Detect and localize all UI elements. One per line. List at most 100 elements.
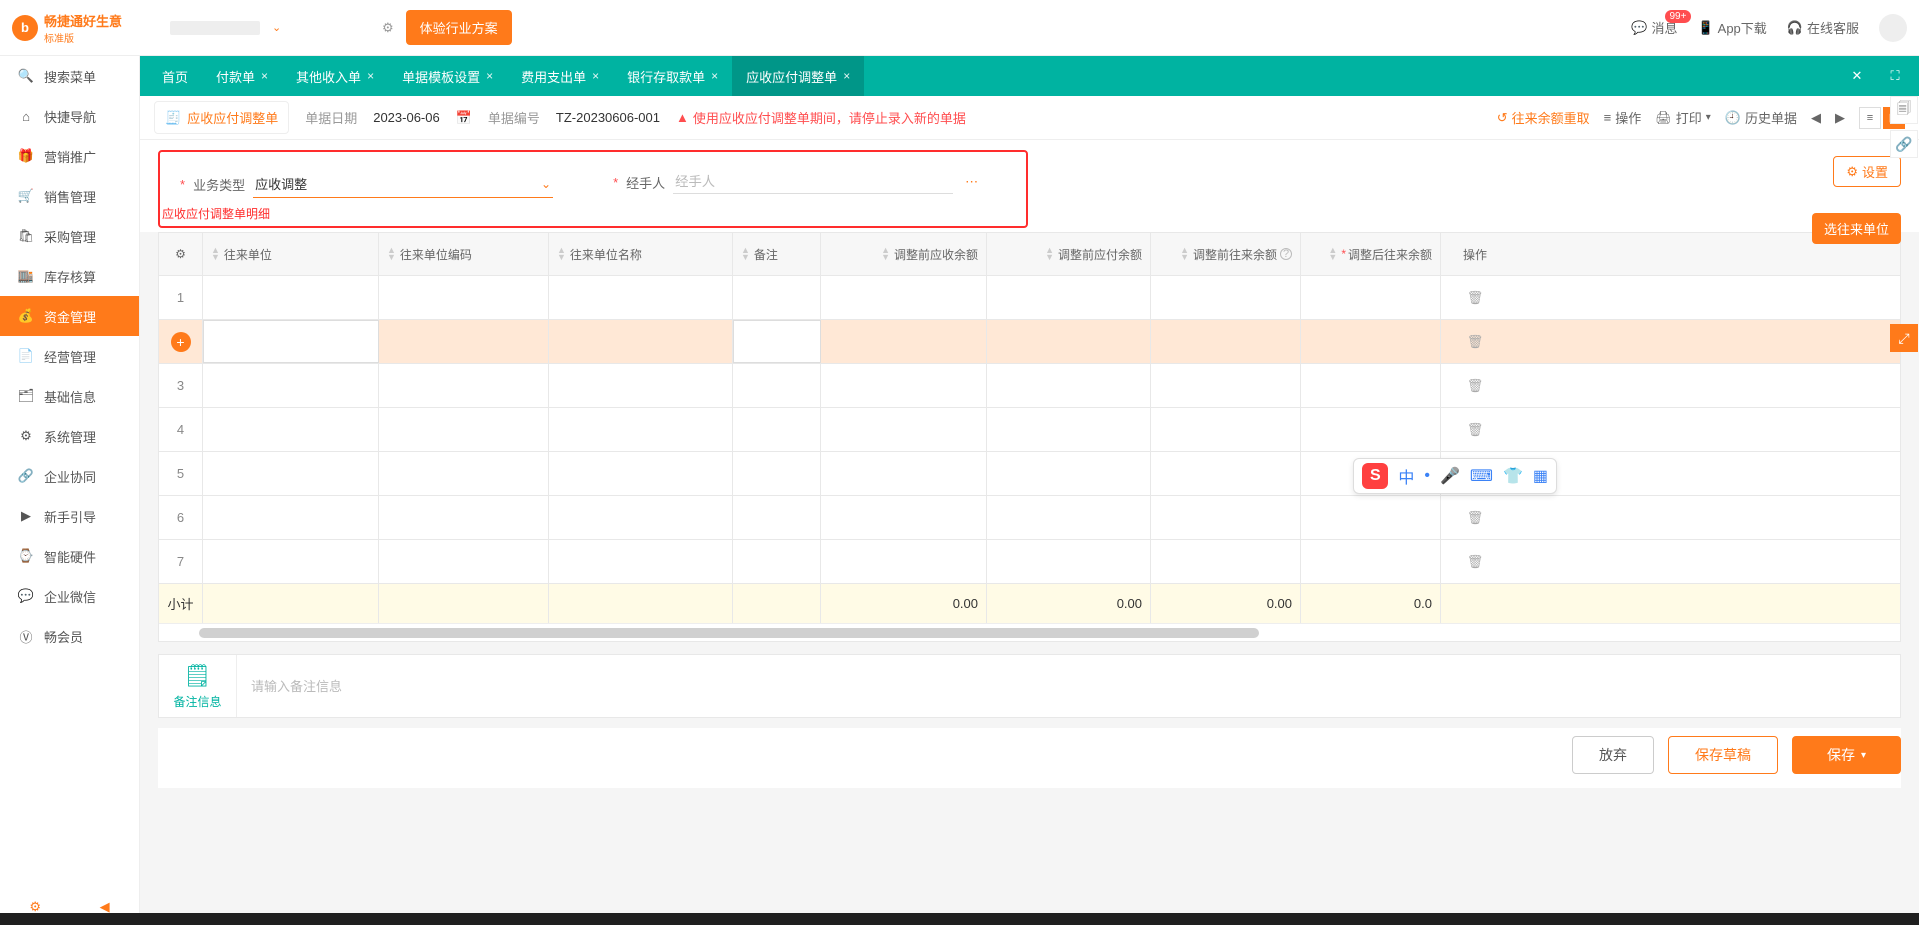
- cell-pre-bal[interactable]: [1151, 320, 1301, 363]
- save-draft-button[interactable]: 保存草稿: [1668, 736, 1778, 774]
- cell-code[interactable]: [379, 320, 549, 363]
- sidebar-item-operation[interactable]: 📄经营管理: [0, 336, 139, 376]
- trash-icon[interactable]: 🗑: [1467, 378, 1484, 394]
- calendar-icon[interactable]: 📅: [456, 110, 472, 126]
- sidebar-item-wechat[interactable]: 💬企业微信: [0, 576, 139, 616]
- gear-icon[interactable]: ⚙: [382, 20, 394, 36]
- cell-unit[interactable]: [203, 540, 379, 583]
- cell-pre-recv[interactable]: [821, 276, 987, 319]
- cell-code[interactable]: [379, 452, 549, 495]
- cell-pre-recv[interactable]: [821, 452, 987, 495]
- cell-pre-pay[interactable]: [987, 496, 1151, 539]
- view-list-icon[interactable]: ≡: [1859, 107, 1881, 129]
- sidebar-item-system[interactable]: ⚙系统管理: [0, 416, 139, 456]
- app-download-link[interactable]: 📱 App下载: [1697, 18, 1766, 37]
- col-name[interactable]: ▲▼往来单位名称: [549, 233, 733, 275]
- cell-code[interactable]: [379, 408, 549, 451]
- cell-remark[interactable]: [733, 320, 821, 363]
- sidebar-item-inventory[interactable]: 🏬库存核算: [0, 256, 139, 296]
- table-row-active[interactable]: +🗑: [159, 319, 1900, 363]
- col-pre-bal[interactable]: ▲▼调整前往来余额?: [1151, 233, 1301, 275]
- cell-unit[interactable]: [203, 364, 379, 407]
- ime-skin-icon[interactable]: 👕: [1503, 466, 1523, 486]
- history-link[interactable]: 🕘历史单据: [1725, 108, 1797, 127]
- discard-button[interactable]: 放弃: [1572, 736, 1654, 774]
- column-settings[interactable]: ⚙: [159, 233, 203, 275]
- cell-code[interactable]: [379, 496, 549, 539]
- close-icon[interactable]: ×: [843, 69, 850, 83]
- cell-pre-pay[interactable]: [987, 540, 1151, 583]
- ime-punct-icon[interactable]: •: [1424, 467, 1430, 485]
- tab-bank[interactable]: 银行存取款单×: [613, 56, 732, 96]
- sidebar-item-vip[interactable]: Ⓥ畅会员: [0, 616, 139, 656]
- tab-home[interactable]: 首页: [148, 56, 202, 96]
- cell-name[interactable]: [549, 320, 733, 363]
- col-code[interactable]: ▲▼往来单位编码: [379, 233, 549, 275]
- cell-post-bal[interactable]: [1301, 540, 1441, 583]
- cell-code[interactable]: [379, 540, 549, 583]
- cell-pre-bal[interactable]: [1151, 452, 1301, 495]
- table-row[interactable]: 5🗑: [159, 451, 1900, 495]
- sidebar-item-finance[interactable]: 💰资金管理: [0, 296, 139, 336]
- cell-name[interactable]: [549, 276, 733, 319]
- close-icon[interactable]: ×: [367, 69, 374, 83]
- cell-unit[interactable]: [203, 320, 379, 363]
- cell-post-bal[interactable]: [1301, 320, 1441, 363]
- sidebar-item-search[interactable]: 🔍搜索菜单: [0, 56, 139, 96]
- tab-payment[interactable]: 付款单×: [202, 56, 282, 96]
- tab-other-income[interactable]: 其他收入单×: [282, 56, 388, 96]
- cell-remark[interactable]: [733, 452, 821, 495]
- note-rail-icon[interactable]: 🗐: [1890, 96, 1918, 124]
- sidebar-item-sales[interactable]: 🛒销售管理: [0, 176, 139, 216]
- cell-remark[interactable]: [733, 276, 821, 319]
- ime-lang-icon[interactable]: 中: [1398, 464, 1414, 488]
- cell-name[interactable]: [549, 408, 733, 451]
- close-icon[interactable]: ×: [592, 69, 599, 83]
- expand-rail-icon[interactable]: ⤢: [1890, 324, 1918, 352]
- cell-pre-recv[interactable]: [821, 320, 987, 363]
- cell-unit[interactable]: [203, 276, 379, 319]
- col-pre-pay[interactable]: ▲▼调整前应付余额: [987, 233, 1151, 275]
- prev-icon[interactable]: ◀: [1811, 110, 1821, 126]
- cell-unit[interactable]: [203, 408, 379, 451]
- cell-pre-pay[interactable]: [987, 320, 1151, 363]
- trash-icon[interactable]: 🗑: [1467, 510, 1484, 526]
- table-row[interactable]: 4🗑: [159, 407, 1900, 451]
- cell-remark[interactable]: [733, 540, 821, 583]
- cell-name[interactable]: [549, 364, 733, 407]
- cell-pre-bal[interactable]: [1151, 364, 1301, 407]
- ime-keyboard-icon[interactable]: ⌨: [1470, 466, 1493, 486]
- help-icon[interactable]: ?: [1280, 248, 1292, 260]
- ops-dropdown[interactable]: ≡操作: [1604, 108, 1642, 127]
- cell-remark[interactable]: [733, 408, 821, 451]
- cell-code[interactable]: [379, 364, 549, 407]
- select-unit-button[interactable]: 选往来单位: [1812, 213, 1901, 244]
- close-icon[interactable]: ×: [486, 69, 493, 83]
- user-avatar[interactable]: [1879, 14, 1907, 42]
- tab-expense[interactable]: 费用支出单×: [507, 56, 613, 96]
- cell-unit[interactable]: [203, 496, 379, 539]
- table-row[interactable]: 7🗑: [159, 539, 1900, 583]
- horizontal-scrollbar[interactable]: [159, 623, 1900, 641]
- biz-type-select[interactable]: 应收调整 ⌄: [253, 170, 553, 198]
- sidebar-item-purchase[interactable]: 🛍采购管理: [0, 216, 139, 256]
- ime-toolbar[interactable]: S 中 • 🎤 ⌨ 👕 ▦: [1353, 458, 1557, 494]
- cell-pre-recv[interactable]: [821, 408, 987, 451]
- table-row[interactable]: 6🗑: [159, 495, 1900, 539]
- messages-link[interactable]: 💬 消息 99+: [1631, 18, 1677, 37]
- cell-pre-pay[interactable]: [987, 364, 1151, 407]
- tab-template[interactable]: 单据模板设置×: [388, 56, 507, 96]
- col-post-bal[interactable]: ▲▼*调整后往来余额: [1301, 233, 1441, 275]
- cell-post-bal[interactable]: [1301, 408, 1441, 451]
- refetch-balance-link[interactable]: ↺往来余额重取: [1497, 108, 1590, 127]
- cell-pre-recv[interactable]: [821, 364, 987, 407]
- sidebar-item-collab[interactable]: 🔗企业协同: [0, 456, 139, 496]
- add-row[interactable]: +: [159, 320, 203, 363]
- cell-pre-recv[interactable]: [821, 540, 987, 583]
- next-icon[interactable]: ▶: [1835, 110, 1845, 126]
- cell-name[interactable]: [549, 452, 733, 495]
- sidebar-item-quicknav[interactable]: ⌂快捷导航: [0, 96, 139, 136]
- plus-icon[interactable]: +: [171, 332, 191, 352]
- cell-post-bal[interactable]: [1301, 496, 1441, 539]
- sidebar-item-baseinfo[interactable]: 🗂基础信息: [0, 376, 139, 416]
